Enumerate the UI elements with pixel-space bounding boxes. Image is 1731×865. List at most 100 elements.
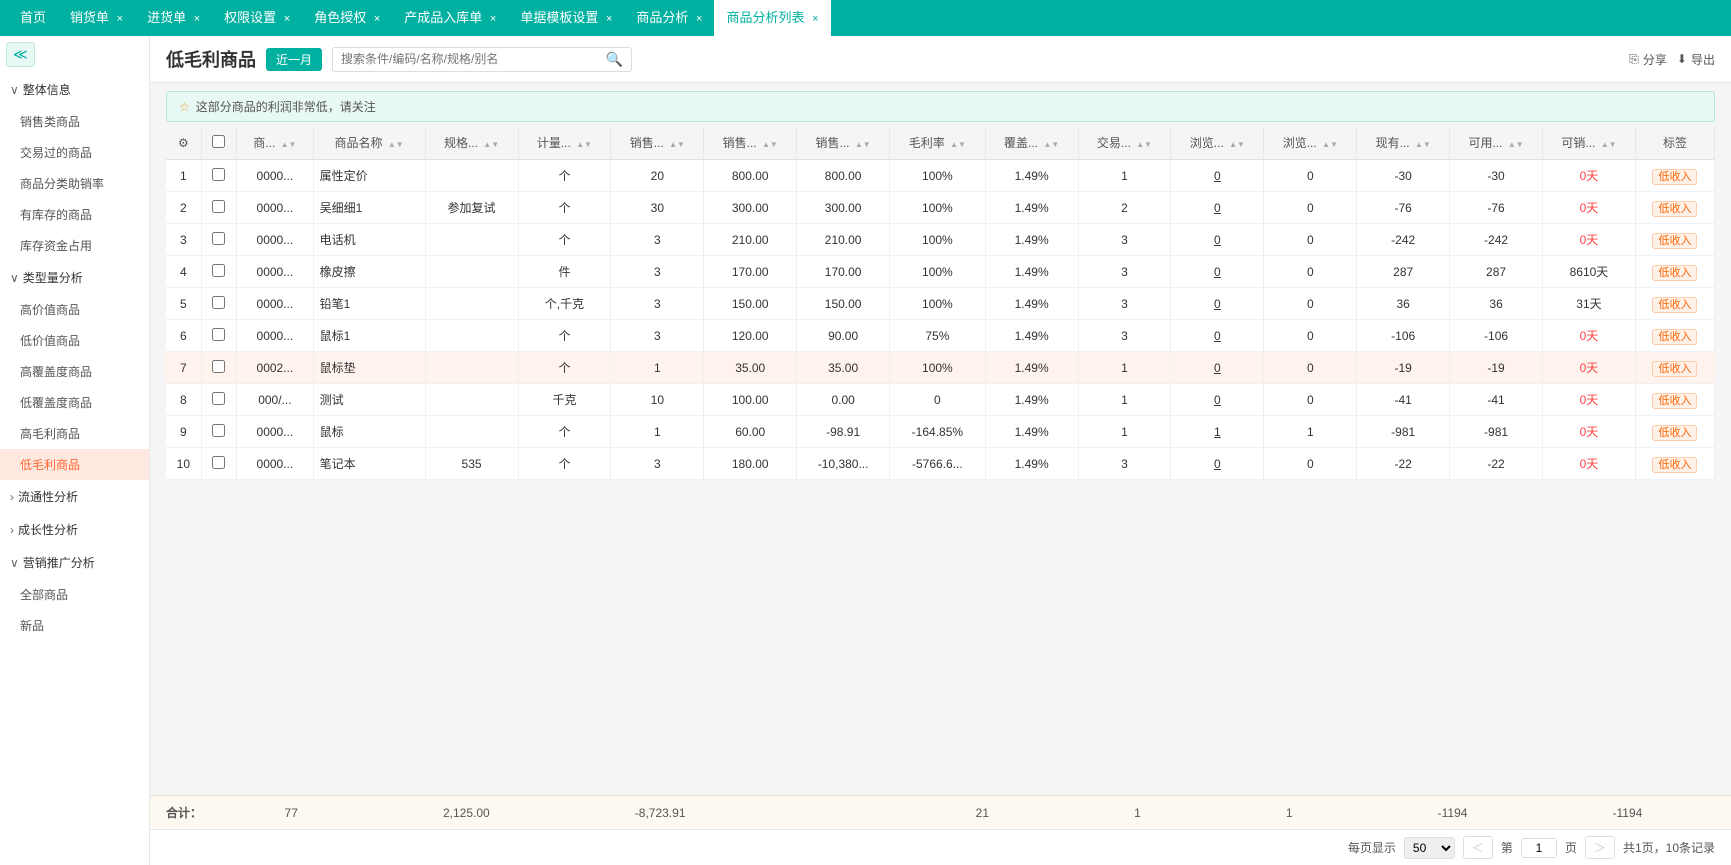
- row-checkbox[interactable]: [201, 448, 236, 480]
- sidebar-item-high-value[interactable]: 高价值商品: [0, 294, 149, 325]
- sidebar-item-sales-goods[interactable]: 销售类商品: [0, 106, 149, 137]
- notice-text: 这部分商品的利润非常低，请关注: [196, 98, 376, 115]
- close-role-icon[interactable]: ×: [374, 13, 380, 25]
- collapse-sidebar-button[interactable]: ≪: [6, 42, 35, 67]
- col-settings[interactable]: ⚙: [166, 126, 201, 160]
- sidebar-item-traded-goods[interactable]: 交易过的商品: [0, 137, 149, 168]
- nav-permission[interactable]: 权限设置 ×: [212, 0, 302, 36]
- col-code[interactable]: 商... ▲▼: [237, 126, 314, 160]
- col-gross-margin[interactable]: 毛利率 ▲▼: [890, 126, 986, 160]
- sidebar-item-inventory-goods[interactable]: 有库存的商品: [0, 199, 149, 230]
- sidebar-group-marketing[interactable]: ∨ 营销推广分析: [0, 546, 149, 579]
- row-code: 0000...: [237, 192, 314, 224]
- footer-sales-amount: -8,723.91: [635, 806, 686, 820]
- select-all-checkbox[interactable]: [212, 135, 225, 148]
- row-browse1[interactable]: 0: [1171, 352, 1264, 384]
- close-permission-icon[interactable]: ×: [284, 13, 290, 25]
- row-checkbox[interactable]: [201, 224, 236, 256]
- row-checkbox[interactable]: [201, 256, 236, 288]
- row-checkbox[interactable]: [201, 192, 236, 224]
- col-transaction[interactable]: 交易... ▲▼: [1078, 126, 1171, 160]
- col-current[interactable]: 现有... ▲▼: [1357, 126, 1450, 160]
- row-name: 橡皮擦: [313, 256, 425, 288]
- sidebar-item-new-goods[interactable]: 新品: [0, 610, 149, 641]
- col-checkbox[interactable]: [201, 126, 236, 160]
- col-tag[interactable]: 标签: [1635, 126, 1714, 160]
- col-available[interactable]: 可用... ▲▼: [1450, 126, 1543, 160]
- table-row: 5 0000... 铅笔1 个,千克 3 150.00 150.00 100% …: [166, 288, 1715, 320]
- close-template-icon[interactable]: ×: [606, 13, 612, 25]
- sidebar-item-all-goods[interactable]: 全部商品: [0, 579, 149, 610]
- row-checkbox[interactable]: [201, 160, 236, 192]
- sidebar-item-low-value[interactable]: 低价值商品: [0, 325, 149, 356]
- row-checkbox[interactable]: [201, 288, 236, 320]
- row-sellable: 31天: [1543, 288, 1636, 320]
- row-browse1[interactable]: 0: [1171, 448, 1264, 480]
- sidebar-group-overall[interactable]: ∨ 整体信息: [0, 73, 149, 106]
- sidebar-item-high-coverage[interactable]: 高覆盖度商品: [0, 356, 149, 387]
- close-sales-icon[interactable]: ×: [117, 13, 123, 25]
- nav-sales[interactable]: 销货单 ×: [58, 0, 135, 36]
- row-available: -76: [1450, 192, 1543, 224]
- sidebar-group-growth[interactable]: › 成长性分析: [0, 513, 149, 546]
- row-browse1[interactable]: 0: [1171, 320, 1264, 352]
- col-sales-price[interactable]: 销售... ▲▼: [704, 126, 797, 160]
- row-browse1[interactable]: 0: [1171, 224, 1264, 256]
- row-transaction: 2: [1078, 192, 1171, 224]
- row-checkbox[interactable]: [201, 352, 236, 384]
- col-name[interactable]: 商品名称 ▲▼: [313, 126, 425, 160]
- close-analysis-icon[interactable]: ×: [696, 13, 702, 25]
- sidebar-item-low-coverage[interactable]: 低覆盖度商品: [0, 387, 149, 418]
- search-icon[interactable]: 🔍: [606, 51, 623, 68]
- row-tag: 低收入: [1635, 160, 1714, 192]
- col-browse1[interactable]: 浏览... ▲▼: [1171, 126, 1264, 160]
- row-checkbox[interactable]: [201, 416, 236, 448]
- nav-analysis[interactable]: 商品分析 ×: [624, 0, 714, 36]
- nav-home[interactable]: 首页: [8, 0, 58, 36]
- col-coverage[interactable]: 覆盖... ▲▼: [985, 126, 1078, 160]
- per-page-select[interactable]: 50 100 200: [1404, 837, 1455, 859]
- row-browse1[interactable]: 1: [1171, 416, 1264, 448]
- close-product-entry-icon[interactable]: ×: [490, 13, 496, 25]
- row-gross-margin: 100%: [890, 224, 986, 256]
- nav-product-entry[interactable]: 产成品入库单 ×: [392, 0, 508, 36]
- next-page-button[interactable]: ＞: [1585, 836, 1615, 859]
- row-browse1[interactable]: 0: [1171, 192, 1264, 224]
- sidebar-item-high-margin[interactable]: 高毛利商品: [0, 418, 149, 449]
- row-browse1[interactable]: 0: [1171, 384, 1264, 416]
- sidebar-item-category-rate[interactable]: 商品分类助销率: [0, 168, 149, 199]
- sidebar-item-capital[interactable]: 库存资金占用: [0, 230, 149, 261]
- row-browse1[interactable]: 0: [1171, 256, 1264, 288]
- col-browse2[interactable]: 浏览... ▲▼: [1264, 126, 1357, 160]
- col-sellable[interactable]: 可销... ▲▼: [1543, 126, 1636, 160]
- col-spec[interactable]: 规格... ▲▼: [425, 126, 518, 160]
- col-unit[interactable]: 计量... ▲▼: [518, 126, 611, 160]
- prev-page-button[interactable]: ＜: [1463, 836, 1493, 859]
- sidebar-group-circulation[interactable]: › 流通性分析: [0, 480, 149, 513]
- date-filter-button[interactable]: 近一月: [266, 48, 322, 71]
- nav-analysis-list[interactable]: 商品分析列表 ×: [714, 0, 830, 36]
- nav-purchase[interactable]: 进货单 ×: [135, 0, 212, 36]
- share-button[interactable]: ⎘ 分享: [1629, 51, 1667, 68]
- export-button[interactable]: ⬇ 导出: [1677, 51, 1715, 68]
- row-coverage: 1.49%: [985, 416, 1078, 448]
- row-no: 9: [166, 416, 201, 448]
- row-spec: [425, 256, 518, 288]
- row-browse1[interactable]: 0: [1171, 288, 1264, 320]
- nav-template[interactable]: 单据模板设置 ×: [508, 0, 624, 36]
- row-sellable: 0天: [1543, 192, 1636, 224]
- close-analysis-list-icon[interactable]: ×: [812, 13, 818, 25]
- page-input[interactable]: [1521, 838, 1557, 858]
- row-browse1[interactable]: 0: [1171, 160, 1264, 192]
- row-checkbox[interactable]: [201, 320, 236, 352]
- close-purchase-icon[interactable]: ×: [194, 13, 200, 25]
- col-sales-amount[interactable]: 销售... ▲▼: [797, 126, 890, 160]
- col-sales-count[interactable]: 销售... ▲▼: [611, 126, 704, 160]
- nav-role[interactable]: 角色授权 ×: [302, 0, 392, 36]
- search-input[interactable]: [341, 52, 606, 66]
- sidebar-group-type[interactable]: ∨ 类型量分析: [0, 261, 149, 294]
- row-checkbox[interactable]: [201, 384, 236, 416]
- row-current: -981: [1357, 416, 1450, 448]
- sidebar-item-low-margin[interactable]: 低毛利商品: [0, 449, 149, 480]
- search-box[interactable]: 🔍: [332, 47, 632, 72]
